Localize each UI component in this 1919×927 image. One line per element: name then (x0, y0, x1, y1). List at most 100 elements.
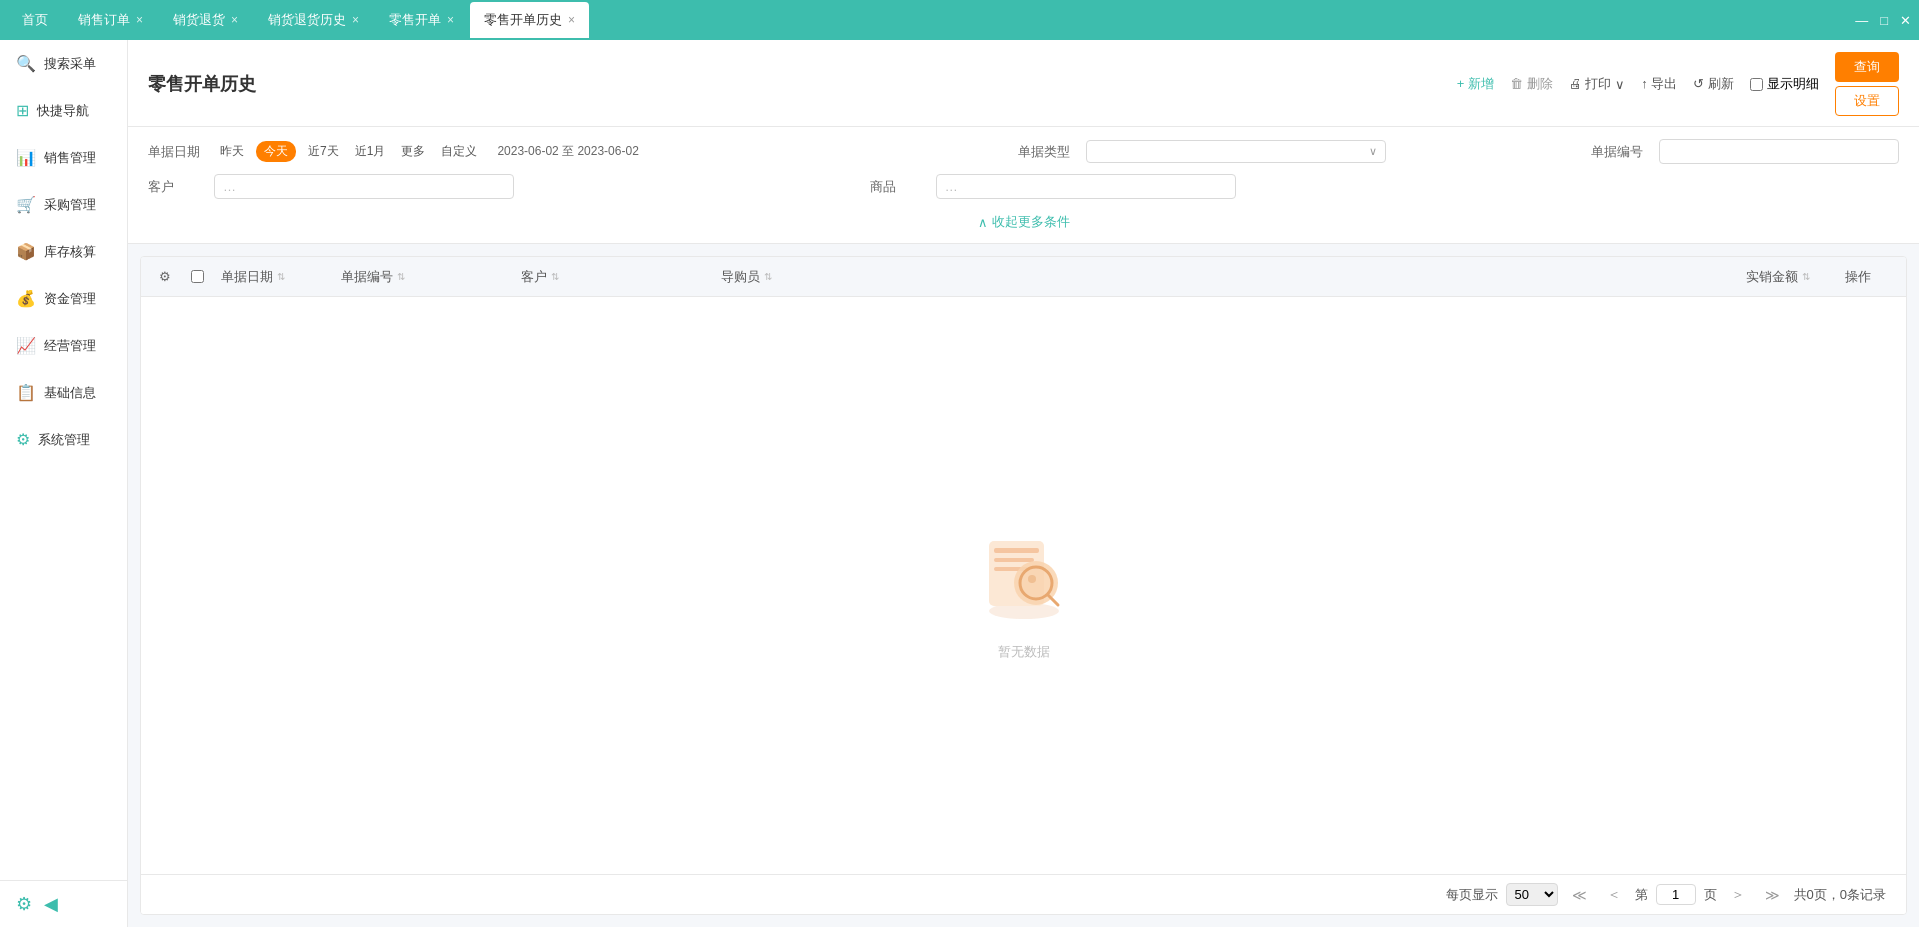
maximize-button[interactable]: □ (1880, 13, 1888, 28)
th-amount-label: 实销金额 (1746, 268, 1798, 286)
sidebar-item-system-label: 系统管理 (38, 431, 90, 449)
shortcut-7days[interactable]: 近7天 (304, 141, 343, 162)
empty-illustration (964, 511, 1084, 631)
sidebar-item-basic[interactable]: 📋 基础信息 (0, 369, 127, 416)
basic-icon: 📋 (16, 383, 36, 402)
page-size-select[interactable]: 50 10 20 100 (1506, 883, 1558, 906)
refresh-button[interactable]: ↺ 刷新 (1693, 75, 1734, 93)
page-size-label: 每页显示 (1446, 886, 1498, 904)
sidebar-item-purchase[interactable]: 🛒 采购管理 (0, 181, 127, 228)
page-header: 零售开单历史 + 新增 🗑 删除 🖨 打印 ∨ ↑ 导出 ↺ 刷新 显示明细 (128, 40, 1919, 127)
prev-page-button[interactable]: ＜ (1601, 884, 1627, 906)
svg-rect-2 (994, 548, 1039, 553)
display-detail-toggle[interactable]: 显示明细 (1750, 75, 1819, 93)
top-bar: 首页 销售订单 × 销货退货 × 销货退货历史 × 零售开单 × 零售开单历史 … (0, 0, 1919, 40)
date-range-display: 2023-06-02 至 2023-06-02 (497, 143, 638, 160)
shortcut-today[interactable]: 今天 (256, 141, 296, 162)
tab-sales-order-label: 销售订单 (78, 11, 130, 29)
tab-retail-open[interactable]: 零售开单 × (375, 2, 468, 38)
search-icon: 🔍 (16, 54, 36, 73)
page-title-row: 零售开单历史 + 新增 🗑 删除 🖨 打印 ∨ ↑ 导出 ↺ 刷新 显示明细 (148, 52, 1899, 126)
setting-button[interactable]: 设置 (1835, 86, 1899, 116)
sidebar-item-operation[interactable]: 📈 经营管理 (0, 322, 127, 369)
tab-retail-open-close[interactable]: × (447, 13, 454, 27)
th-salesperson[interactable]: 导购员 ⇅ (713, 268, 833, 286)
window-controls: — □ ✕ (1855, 13, 1911, 28)
sidebar-item-quick-nav[interactable]: ⊞ 快捷导航 (0, 87, 127, 134)
sidebar-item-operation-label: 经营管理 (44, 337, 96, 355)
shortcut-more[interactable]: 更多 (397, 141, 429, 162)
query-setting-buttons: 查询 设置 (1835, 52, 1899, 116)
tab-sales-order-close[interactable]: × (136, 13, 143, 27)
print-label: 🖨 打印 (1569, 75, 1612, 93)
minimize-button[interactable]: — (1855, 13, 1868, 28)
first-page-button[interactable]: ≪ (1566, 885, 1593, 905)
next-page-button[interactable]: ＞ (1725, 884, 1751, 906)
doc-no-label: 单据编号 (1591, 143, 1643, 161)
th-date[interactable]: 单据日期 ⇅ (213, 268, 333, 286)
print-arrow-icon: ∨ (1615, 77, 1625, 92)
th-amount[interactable]: 实销金额 ⇅ (1718, 268, 1818, 286)
shortcut-yesterday[interactable]: 昨天 (216, 141, 248, 162)
settings-gear-icon[interactable]: ⚙ (16, 893, 32, 915)
collapse-label: 收起更多条件 (992, 213, 1070, 231)
system-icon: ⚙ (16, 430, 30, 449)
shortcut-1month[interactable]: 近1月 (351, 141, 390, 162)
sidebar-item-search-label: 搜索采单 (44, 55, 96, 73)
date-shortcuts: 昨天 今天 近7天 近1月 更多 自定义 (216, 141, 481, 162)
collapse-more-btn[interactable]: ∧ 收起更多条件 (148, 209, 1899, 231)
sidebar-item-sales-label: 销售管理 (44, 149, 96, 167)
svg-rect-3 (994, 558, 1034, 562)
th-no-label: 单据编号 (341, 268, 393, 286)
product-placeholder: … (945, 179, 958, 194)
th-no[interactable]: 单据编号 ⇅ (333, 268, 513, 286)
export-button[interactable]: ↑ 导出 (1641, 75, 1677, 93)
tab-retail-history-close[interactable]: × (568, 13, 575, 27)
table-settings-icon[interactable]: ⚙ (149, 269, 181, 284)
shortcut-custom[interactable]: 自定义 (437, 141, 481, 162)
th-salesperson-sort-icon: ⇅ (764, 271, 772, 282)
sidebar-item-search[interactable]: 🔍 搜索采单 (0, 40, 127, 87)
product-input[interactable]: … (936, 174, 1236, 199)
last-page-button[interactable]: ≫ (1759, 885, 1786, 905)
sidebar-item-sales[interactable]: 📊 销售管理 (0, 134, 127, 181)
inventory-icon: 📦 (16, 242, 36, 261)
sidebar-item-finance[interactable]: 💰 资金管理 (0, 275, 127, 322)
tab-sales-return-close[interactable]: × (231, 13, 238, 27)
th-customer-label: 客户 (521, 268, 547, 286)
table-body-empty: 暂无数据 (141, 297, 1906, 874)
tab-sales-return[interactable]: 销货退货 × (159, 2, 252, 38)
purchase-icon: 🛒 (16, 195, 36, 214)
tab-list: 首页 销售订单 × 销货退货 × 销货退货历史 × 零售开单 × 零售开单历史 … (8, 2, 1855, 38)
display-detail-checkbox[interactable] (1750, 78, 1763, 91)
customer-input[interactable]: … (214, 174, 514, 199)
collapse-sidebar-icon[interactable]: ◀ (44, 893, 58, 915)
tab-sales-order[interactable]: 销售订单 × (64, 2, 157, 38)
sidebar-item-finance-label: 资金管理 (44, 290, 96, 308)
delete-button[interactable]: 🗑 删除 (1510, 75, 1553, 93)
select-all-checkbox[interactable] (191, 270, 204, 283)
sidebar-item-inventory[interactable]: 📦 库存核算 (0, 228, 127, 275)
doc-type-select[interactable]: ∨ (1086, 140, 1386, 163)
operation-icon: 📈 (16, 336, 36, 355)
page-word2: 页 (1704, 886, 1717, 904)
new-button[interactable]: + 新增 (1457, 75, 1494, 93)
doc-no-input[interactable] (1659, 139, 1899, 164)
table-select-all[interactable] (181, 270, 213, 283)
filter-row-1: 单据日期 昨天 今天 近7天 近1月 更多 自定义 2023-06-02 至 2… (148, 139, 1899, 164)
sidebar-item-system[interactable]: ⚙ 系统管理 (0, 416, 127, 463)
empty-text: 暂无数据 (998, 643, 1050, 661)
page-number-input[interactable] (1656, 884, 1696, 905)
tab-retail-history[interactable]: 零售开单历史 × (470, 2, 589, 38)
query-button[interactable]: 查询 (1835, 52, 1899, 82)
tab-sales-return-history[interactable]: 销货退货历史 × (254, 2, 373, 38)
content-area: 零售开单历史 + 新增 🗑 删除 🖨 打印 ∨ ↑ 导出 ↺ 刷新 显示明细 (128, 40, 1919, 927)
tab-retail-open-label: 零售开单 (389, 11, 441, 29)
date-filter-label: 单据日期 (148, 143, 200, 161)
tab-sales-return-history-close[interactable]: × (352, 13, 359, 27)
print-button[interactable]: 🖨 打印 ∨ (1569, 75, 1626, 93)
tab-home[interactable]: 首页 (8, 2, 62, 38)
close-button[interactable]: ✕ (1900, 13, 1911, 28)
th-customer[interactable]: 客户 ⇅ (513, 268, 713, 286)
sales-icon: 📊 (16, 148, 36, 167)
